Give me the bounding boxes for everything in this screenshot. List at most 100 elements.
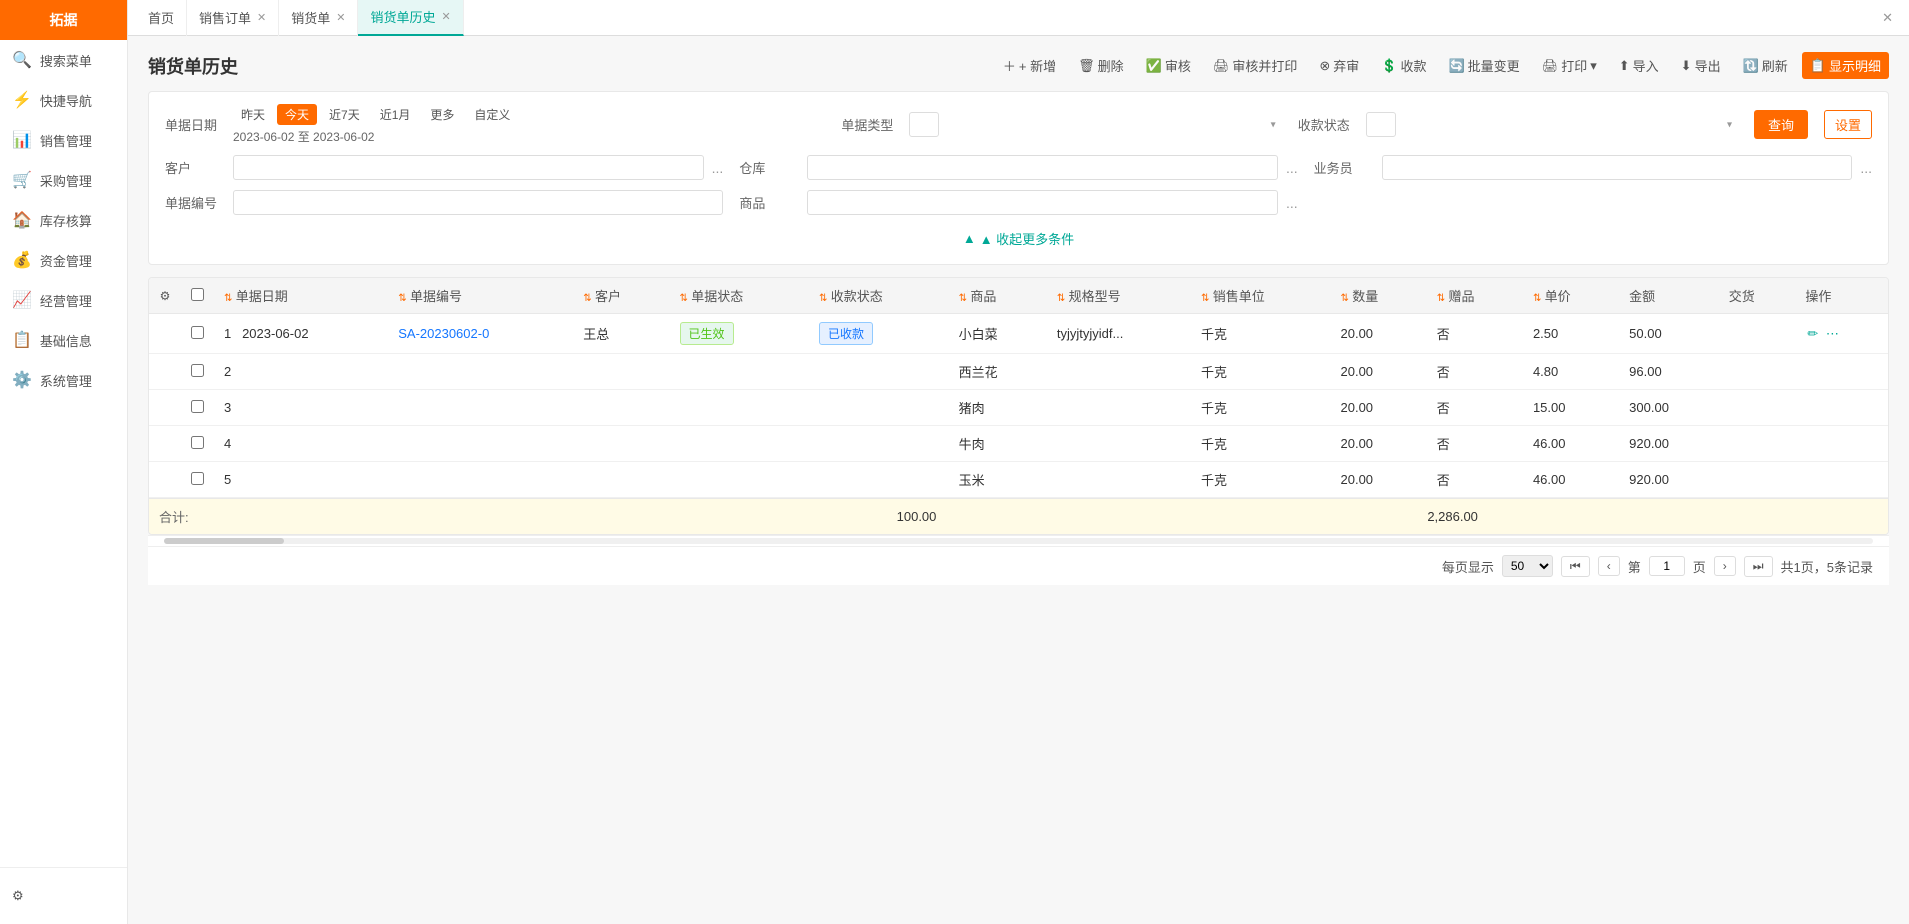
col-doc-status[interactable]: ⇅ 单据状态 bbox=[670, 278, 810, 314]
settings-button[interactable]: 设置 bbox=[1824, 110, 1872, 139]
row-action bbox=[1795, 462, 1888, 498]
page-size-select[interactable]: 50 100 bbox=[1502, 555, 1553, 577]
row-checkbox[interactable] bbox=[191, 436, 204, 449]
chip-more[interactable]: 更多 bbox=[422, 104, 462, 125]
row-gift: 否 bbox=[1427, 390, 1523, 426]
col-gift[interactable]: ⇅ 赠品 bbox=[1427, 278, 1523, 314]
edit-action-btn[interactable]: ✏ bbox=[1805, 326, 1820, 342]
row-trade bbox=[1719, 314, 1796, 354]
col-goods[interactable]: ⇅ 商品 bbox=[949, 278, 1047, 314]
last-page-btn[interactable]: ⏭ bbox=[1744, 556, 1773, 577]
goods-input[interactable] bbox=[807, 190, 1278, 215]
show-detail-button[interactable]: 📋 显示明细 bbox=[1802, 52, 1889, 79]
select-all-checkbox[interactable] bbox=[191, 288, 204, 301]
table-header-row: ⚙ ⇅ 单据日期 ⇅ 单据编号 ⇅ 客户 ⇅ 单据状态 ⇅ 收款状态 ⇅ 商品 … bbox=[149, 278, 1888, 314]
chip-yesterday[interactable]: 昨天 bbox=[233, 104, 273, 125]
doc-no-input[interactable] bbox=[233, 190, 723, 215]
row-checkbox[interactable] bbox=[191, 400, 204, 413]
audit-button[interactable]: ✅ 审核 bbox=[1138, 52, 1199, 79]
customer-dots[interactable]: ... bbox=[712, 160, 724, 176]
sidebar-item-operations[interactable]: 📈 经营管理 bbox=[0, 280, 127, 320]
doc-no-link[interactable]: SA-20230602-0 bbox=[398, 326, 489, 341]
settings-bottom-icon: ⚙ bbox=[12, 888, 24, 904]
page-input[interactable] bbox=[1649, 556, 1685, 576]
chip-1month[interactable]: 近1月 bbox=[372, 104, 419, 125]
footer-label: 合计: bbox=[159, 507, 189, 526]
audit-print-button[interactable]: 🖨 审核并打印 bbox=[1205, 52, 1306, 79]
close-all-tabs[interactable]: ✕ bbox=[1874, 10, 1901, 26]
collect-status-select[interactable] bbox=[1366, 112, 1396, 137]
col-collect-status[interactable]: ⇅ 收款状态 bbox=[809, 278, 949, 314]
basic-info-icon: 📋 bbox=[12, 330, 32, 350]
next-page-btn[interactable]: › bbox=[1714, 556, 1736, 576]
more-action-btn[interactable]: ⋯ bbox=[1824, 326, 1841, 342]
row-collect-status bbox=[809, 426, 949, 462]
sidebar-item-finance-mgmt[interactable]: 💰 资金管理 bbox=[0, 240, 127, 280]
chip-7days[interactable]: 近7天 bbox=[321, 104, 368, 125]
refresh-button[interactable]: 🔃 刷新 bbox=[1735, 52, 1796, 79]
abandon-button[interactable]: ⊗ 弃审 bbox=[1311, 52, 1367, 79]
filter-group-collect-status: 收款状态 bbox=[1298, 112, 1738, 137]
sidebar-bottom-btn1[interactable]: ⚙ bbox=[0, 878, 127, 914]
tab-sales-history[interactable]: 销货单历史 ✕ bbox=[358, 0, 463, 36]
col-customer[interactable]: ⇅ 客户 bbox=[573, 278, 669, 314]
filter-area: 单据日期 昨天 今天 近7天 近1月 更多 自定义 2023-06-02 至 2… bbox=[148, 91, 1889, 265]
staff-dots[interactable]: ... bbox=[1860, 160, 1872, 176]
filter-group-doc-no: 单据编号 bbox=[165, 190, 723, 215]
sidebar-item-purchase-mgmt[interactable]: 🛒 采购管理 bbox=[0, 160, 127, 200]
tab-sales-goods-close[interactable]: ✕ bbox=[336, 11, 345, 24]
row-checkbox[interactable] bbox=[191, 472, 204, 485]
staff-input[interactable] bbox=[1382, 155, 1853, 180]
sidebar-item-search-menu[interactable]: 🔍 搜索菜单 bbox=[0, 40, 127, 80]
filter-group-doc-type: 单据类型 bbox=[841, 112, 1281, 137]
warehouse-input[interactable] bbox=[807, 155, 1278, 180]
col-sales-unit[interactable]: ⇅ 销售单位 bbox=[1191, 278, 1331, 314]
col-spec[interactable]: ⇅ 规格型号 bbox=[1047, 278, 1191, 314]
tab-sales-order[interactable]: 销售订单 ✕ bbox=[187, 0, 279, 36]
col-settings[interactable]: ⚙ bbox=[149, 278, 181, 314]
sidebar-item-sales-mgmt[interactable]: 📊 销售管理 bbox=[0, 120, 127, 160]
tab-sales-goods[interactable]: 销货单 ✕ bbox=[279, 0, 358, 36]
add-button[interactable]: ＋ + 新增 bbox=[995, 52, 1064, 79]
customer-input[interactable] bbox=[233, 155, 704, 180]
collapse-more-btn[interactable]: ▲ ▲ 收起更多条件 bbox=[165, 225, 1872, 252]
prev-page-btn[interactable]: ‹ bbox=[1598, 556, 1620, 576]
sort-icon: ⇅ bbox=[1533, 293, 1541, 304]
row-settings-col bbox=[149, 354, 181, 390]
collapse-label: ▲ 收起更多条件 bbox=[980, 229, 1074, 248]
import-button[interactable]: ⬆ 导入 bbox=[1611, 52, 1667, 79]
row-spec bbox=[1047, 426, 1191, 462]
tab-sales-history-label: 销货单历史 bbox=[370, 7, 435, 26]
print-button[interactable]: 🖨 打印 ▾ bbox=[1534, 52, 1605, 79]
scrollbar-track[interactable] bbox=[164, 538, 1873, 544]
row-quantity: 20.00 bbox=[1331, 426, 1427, 462]
export-button[interactable]: ⬇ 导出 bbox=[1673, 52, 1729, 79]
collect-button[interactable]: 💲 收款 bbox=[1373, 52, 1434, 79]
row-checkbox[interactable] bbox=[191, 364, 204, 377]
goods-dots[interactable]: ... bbox=[1286, 195, 1298, 211]
col-quantity[interactable]: ⇅ 数量 bbox=[1331, 278, 1427, 314]
tab-sales-history-close[interactable]: ✕ bbox=[442, 10, 451, 23]
sidebar-item-quick-nav[interactable]: ⚡ 快捷导航 bbox=[0, 80, 127, 120]
query-button[interactable]: 查询 bbox=[1754, 110, 1808, 139]
sidebar-item-label: 快捷导航 bbox=[40, 91, 92, 110]
sidebar-item-system-mgmt[interactable]: ⚙️ 系统管理 bbox=[0, 360, 127, 400]
col-doc-date[interactable]: ⇅ 单据日期 bbox=[214, 278, 388, 314]
warehouse-dots[interactable]: ... bbox=[1286, 160, 1298, 176]
scrollbar-thumb[interactable] bbox=[164, 538, 284, 544]
sidebar-item-inventory[interactable]: 🏠 库存核算 bbox=[0, 200, 127, 240]
tab-home[interactable]: 首页 bbox=[136, 0, 187, 36]
tab-sales-order-close[interactable]: ✕ bbox=[257, 11, 266, 24]
main-content: 销货单历史 ＋ + 新增 🗑 删除 ✅ 审核 🖨 审核并打印 bbox=[128, 36, 1909, 924]
chip-today[interactable]: 今天 bbox=[277, 104, 317, 125]
chip-custom[interactable]: 自定义 bbox=[466, 104, 518, 125]
sidebar-item-basic-info[interactable]: 📋 基础信息 bbox=[0, 320, 127, 360]
batch-change-button[interactable]: 🔄 批量变更 bbox=[1440, 52, 1527, 79]
row-doc-date: 5 bbox=[214, 462, 388, 498]
col-unit-price[interactable]: ⇅ 单价 bbox=[1523, 278, 1619, 314]
delete-button[interactable]: 🗑 删除 bbox=[1070, 52, 1132, 79]
first-page-btn[interactable]: ⏮ bbox=[1561, 556, 1590, 577]
row-checkbox[interactable] bbox=[191, 326, 204, 339]
col-doc-no[interactable]: ⇅ 单据编号 bbox=[388, 278, 573, 314]
doc-type-select[interactable] bbox=[909, 112, 939, 137]
